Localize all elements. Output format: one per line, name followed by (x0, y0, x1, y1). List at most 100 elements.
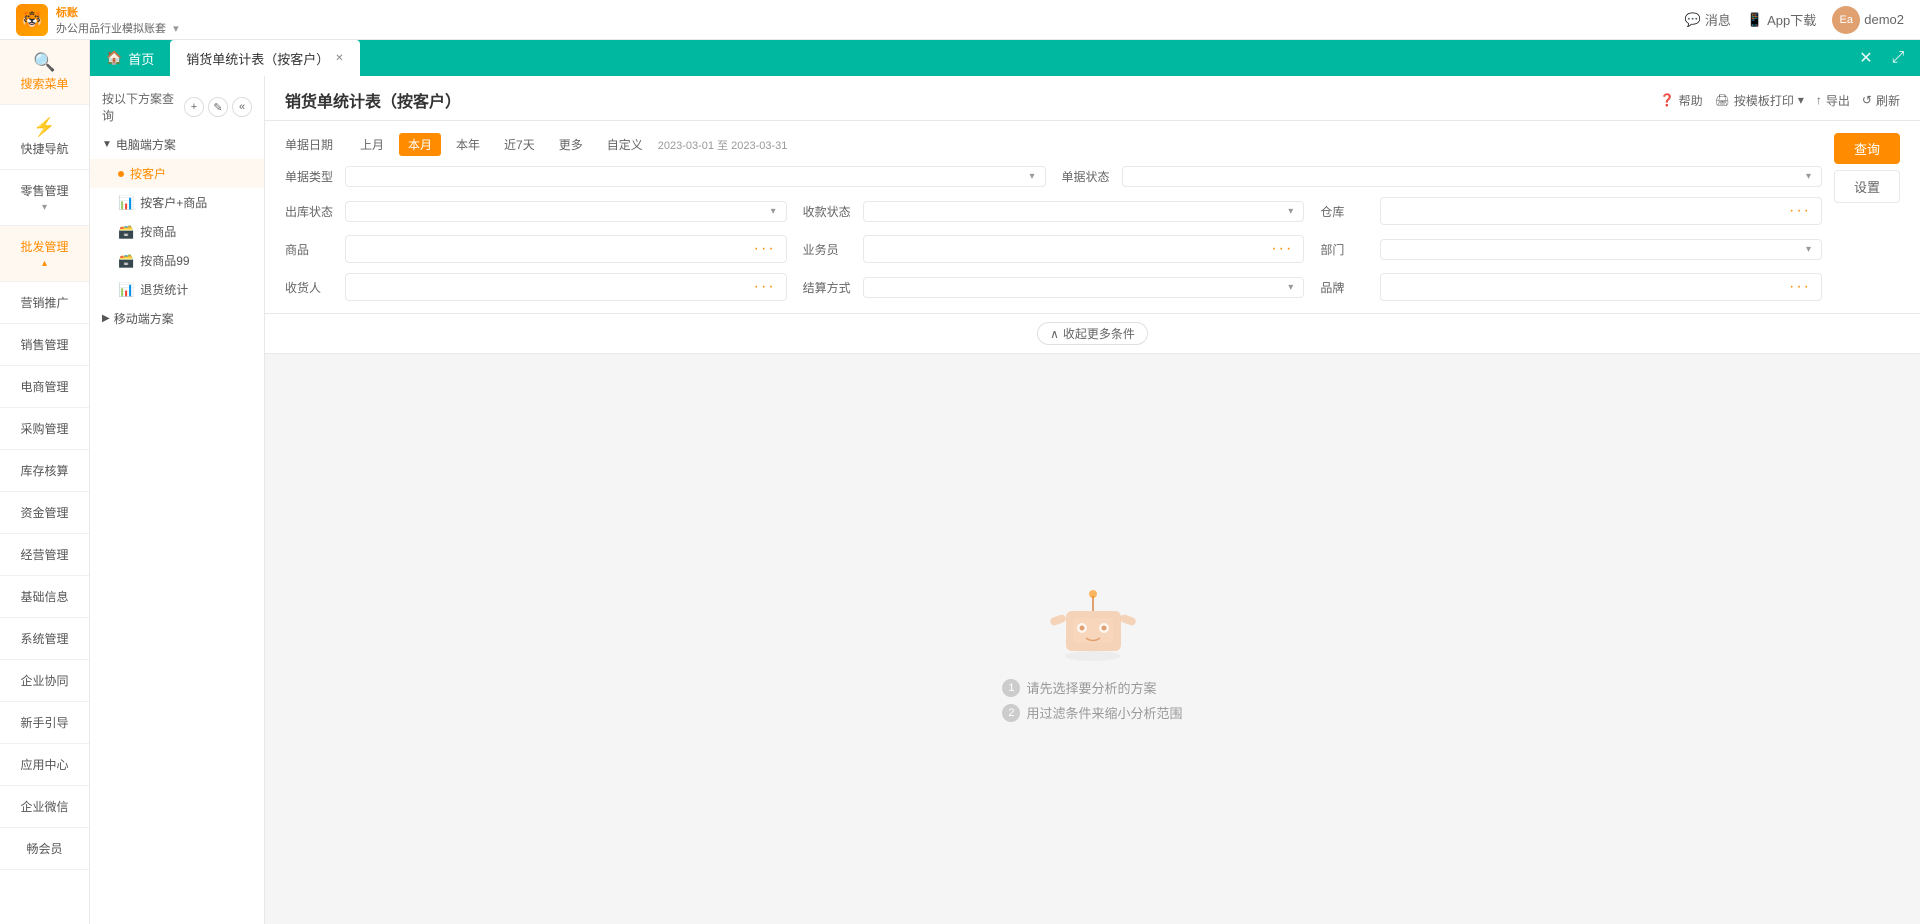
date-btn-this-month[interactable]: 本月 (399, 133, 441, 156)
staff-input[interactable]: ··· (863, 235, 1305, 263)
sidebar-item-appcenter[interactable]: 应用中心 (0, 744, 89, 786)
add-plan-btn[interactable]: + (184, 97, 204, 117)
date-btn-last-month[interactable]: 上月 (351, 133, 393, 156)
sidebar-item-operations[interactable]: 经营管理 (0, 534, 89, 576)
tree-item-return-stats[interactable]: 📊 退货统计 (90, 275, 264, 304)
goods-group: 商品 ··· (285, 235, 787, 263)
warehouse-input[interactable]: ··· (1380, 197, 1822, 225)
collapse-btn[interactable]: ∧ 收起更多条件 (1037, 322, 1148, 345)
dept-arrow: ▾ (1806, 244, 1811, 255)
filter-area: 单据日期 上月 本月 本年 近7天 更多 自定义 2023-03-01 至 20… (265, 121, 1920, 314)
empty-state: 1 请先选择要分析的方案 2 用过滤条件来缩小分析范围 (265, 354, 1920, 924)
user-area[interactable]: Ea demo2 (1832, 6, 1904, 34)
date-label: 单据日期 (285, 136, 335, 153)
sidebar-item-member[interactable]: 畅会员 (0, 828, 89, 870)
tree-item-by-customer[interactable]: 按客户 (90, 159, 264, 188)
receiver-group: 收货人 ··· (285, 273, 787, 301)
tree-item-by-customer-goods[interactable]: 📊 按客户+商品 (90, 188, 264, 217)
page-header-actions: ❓ 帮助 🖨 按模板打印 ▾ ↑ 导出 ↺ (1660, 92, 1900, 109)
collapse-sidebar-btn[interactable]: « (232, 97, 252, 117)
tree-group-desktop[interactable]: ▼ 电脑端方案 (90, 130, 264, 159)
empty-hint-1: 1 请先选择要分析的方案 (1002, 678, 1182, 697)
avatar: Ea (1832, 6, 1860, 34)
query-button[interactable]: 查询 (1834, 133, 1900, 164)
sidebar-item-inventory[interactable]: 库存核算 (0, 450, 89, 492)
out-status-arrow: ▾ (771, 206, 776, 217)
template-print-btn[interactable]: 🖨 按模板打印 ▾ (1715, 92, 1804, 109)
dept-label: 部门 (1320, 241, 1370, 258)
date-btn-7days[interactable]: 近7天 (495, 133, 544, 156)
receiver-input[interactable]: ··· (345, 273, 787, 301)
date-btn-more[interactable]: 更多 (550, 133, 592, 156)
sub-sidebar-header: 按以下方案查询 + ✎ « (90, 84, 264, 130)
dropdown-arrow[interactable]: ▾ (173, 23, 179, 35)
doc-status-group: 单据状态 ▾ (1062, 166, 1823, 187)
sidebar-item-enterprise[interactable]: 企业协同 (0, 660, 89, 702)
tree-item-by-goods[interactable]: 🗃️ 按商品 (90, 217, 264, 246)
staff-group: 业务员 ··· (803, 235, 1305, 263)
export-btn[interactable]: ↑ 导出 (1816, 92, 1850, 109)
status-select[interactable]: ▾ (1122, 166, 1823, 187)
sidebar-item-search[interactable]: 🔍 搜索菜单 (0, 40, 89, 105)
out-status-select[interactable]: ▾ (345, 201, 787, 222)
empty-hint: 1 请先选择要分析的方案 2 用过滤条件来缩小分析范围 (1002, 678, 1182, 722)
tab-home[interactable]: 🏠 首页 (90, 40, 170, 76)
home-icon: 🏠 (106, 50, 122, 66)
date-btn-this-year[interactable]: 本年 (447, 133, 489, 156)
export-icon: ↑ (1816, 93, 1822, 107)
out-status-label: 出库状态 (285, 203, 335, 220)
refresh-btn[interactable]: ↺ 刷新 (1862, 92, 1900, 109)
sidebar-item-marketing[interactable]: 营销推广 (0, 282, 89, 324)
help-icon: ❓ (1660, 93, 1675, 107)
logo-text: 标账 (56, 4, 179, 20)
payment-method-select[interactable]: ▾ (863, 277, 1305, 298)
tree-group-mobile[interactable]: ▶ 移动端方案 (90, 304, 264, 333)
help-btn[interactable]: ❓ 帮助 (1660, 92, 1703, 109)
download-icon: 📱 (1747, 12, 1763, 28)
sidebar-item-retail[interactable]: 零售管理 ▾ (0, 170, 89, 226)
dept-select[interactable]: ▾ (1380, 239, 1822, 260)
sidebar-item-newbie[interactable]: 新手引导 (0, 702, 89, 744)
type-select[interactable]: ▾ (345, 166, 1046, 187)
tab-bar: 🏠 首页 销货单统计表（按客户） ✕ ✕ ⤢ (90, 40, 1920, 76)
message-btn[interactable]: 💬 消息 (1685, 10, 1731, 29)
product-name: 办公用品行业模拟账套 ▾ (56, 20, 179, 36)
desktop-group-arrow: ▼ (102, 139, 112, 150)
refresh-icon: ↺ (1862, 93, 1872, 107)
edit-plan-btn[interactable]: ✎ (208, 97, 228, 117)
sidebar-item-system[interactable]: 系统管理 (0, 618, 89, 660)
hint-num-2: 2 (1002, 704, 1020, 722)
date-row: 单据日期 上月 本月 本年 近7天 更多 自定义 2023-03-01 至 20… (285, 133, 1822, 156)
tree-item-by-goods-99[interactable]: 🗃️ 按商品99 (90, 246, 264, 275)
tab-sales-stats[interactable]: 销货单统计表（按客户） ✕ (170, 40, 359, 76)
sidebar-item-wecom[interactable]: 企业微信 (0, 786, 89, 828)
hint-num-1: 1 (1002, 679, 1020, 697)
print-icon: 🖨 (1715, 93, 1730, 107)
payment-status-select[interactable]: ▾ (863, 201, 1305, 222)
goods-input[interactable]: ··· (345, 235, 787, 263)
sidebar-item-ecommerce[interactable]: 电商管理 (0, 366, 89, 408)
tab-maximize-btn[interactable]: ⤢ (1884, 44, 1912, 72)
brand-input[interactable]: ··· (1380, 273, 1822, 301)
payment-method-label: 结算方式 (803, 279, 853, 296)
app-download-btn[interactable]: 📱 App下载 (1747, 10, 1816, 29)
collapse-icon: ∧ (1050, 327, 1059, 341)
out-status-group: 出库状态 ▾ (285, 201, 787, 222)
payment-method-arrow: ▾ (1288, 282, 1293, 293)
sidebar-item-purchase[interactable]: 采购管理 (0, 408, 89, 450)
sidebar-item-finance[interactable]: 资金管理 (0, 492, 89, 534)
date-buttons: 上月 本月 本年 近7天 更多 自定义 2023-03-01 至 2023-03… (351, 133, 787, 156)
sidebar-item-basic[interactable]: 基础信息 (0, 576, 89, 618)
sidebar-item-wholesale[interactable]: 批发管理 ▴ (0, 226, 89, 282)
warehouse-group: 仓库 ··· (1320, 197, 1822, 225)
tab-close-btn[interactable]: ✕ (335, 53, 343, 64)
message-icon: 💬 (1685, 12, 1701, 28)
sidebar-item-quicknav[interactable]: ⚡ 快捷导航 (0, 105, 89, 170)
logo-icon: 🐯 (16, 4, 48, 36)
settings-button[interactable]: 设置 (1834, 170, 1900, 203)
search-icon: 🔍 (8, 52, 81, 73)
staff-dots: ··· (1271, 240, 1293, 258)
date-btn-custom[interactable]: 自定义 (598, 133, 652, 156)
sidebar-item-sales[interactable]: 销售管理 (0, 324, 89, 366)
tab-close-all-btn[interactable]: ✕ (1852, 44, 1880, 72)
